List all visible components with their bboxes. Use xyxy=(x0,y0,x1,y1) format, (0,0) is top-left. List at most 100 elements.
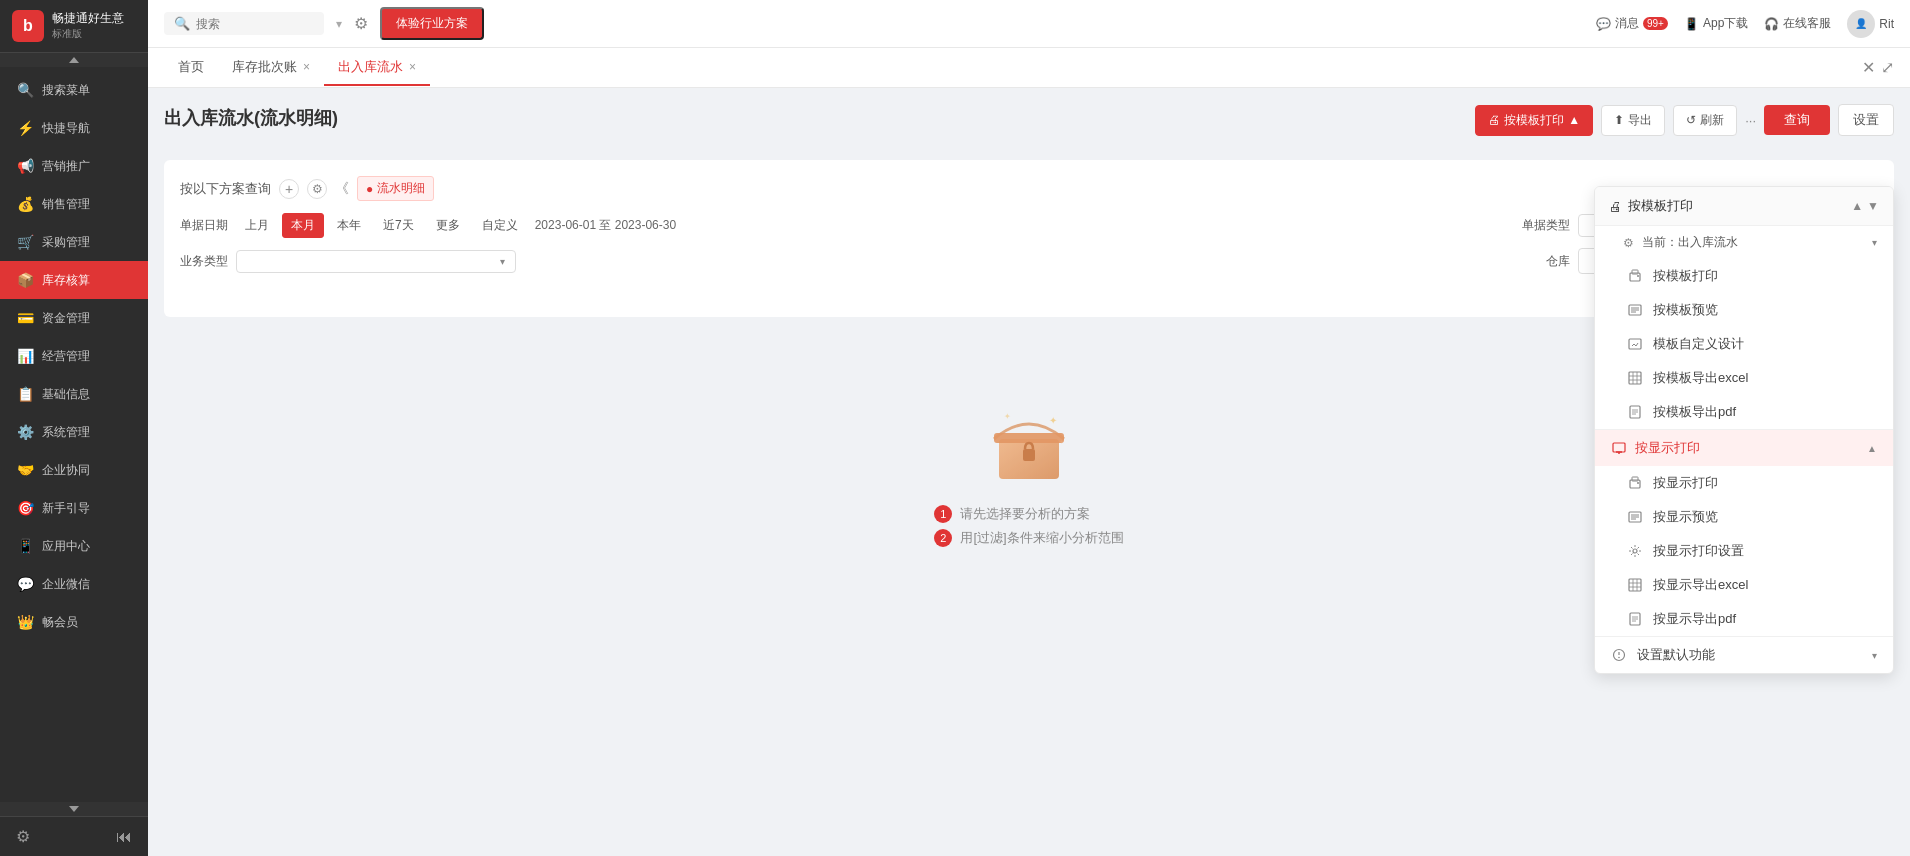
app-download-btn[interactable]: 📱 App下载 xyxy=(1684,15,1748,32)
user-info-btn[interactable]: 👤 Rit xyxy=(1847,10,1894,38)
display-excel-icon xyxy=(1627,577,1643,593)
tab-flow-close[interactable]: × xyxy=(409,60,416,74)
sidebar-item-purchase[interactable]: 🛒 采购管理 xyxy=(0,223,148,261)
sidebar-item-basic[interactable]: 📋 基础信息 xyxy=(0,375,148,413)
filter-add-button[interactable]: + xyxy=(279,179,299,199)
dropdown-item-template-excel[interactable]: 按模板导出excel xyxy=(1595,361,1893,395)
sidebar-item-operations[interactable]: 📊 经营管理 xyxy=(0,337,148,375)
display-pdf-icon xyxy=(1627,611,1643,627)
print-dropdown-panel: 🖨 按模板打印 ▲ ▼ ⚙ 当前：出入库流水 ▾ xyxy=(1594,186,1894,674)
collapse-sidebar-icon[interactable]: ⏮ xyxy=(116,828,132,846)
sidebar-item-label: 基础信息 xyxy=(42,386,90,403)
business-type-select[interactable]: ▾ xyxy=(236,250,516,273)
export-btn[interactable]: ⬆ 导出 xyxy=(1601,105,1665,136)
toolbar: 🖨 按模板打印 ▲ ⬆ 导出 ↺ 刷新 ··· 查询 设置 xyxy=(1475,104,1894,136)
sidebar-item-enterprise[interactable]: 🤝 企业协同 xyxy=(0,451,148,489)
display-settings-label: 按显示打印设置 xyxy=(1653,542,1744,560)
sidebar-item-label: 采购管理 xyxy=(42,234,90,251)
display-section-icon xyxy=(1611,440,1627,456)
app-download-label: App下载 xyxy=(1703,15,1748,32)
filter-title: 按以下方案查询 xyxy=(180,180,271,198)
tab-expand-icon[interactable]: ⤢ xyxy=(1881,58,1894,77)
sidebar-item-guide[interactable]: 🎯 新手引导 xyxy=(0,489,148,527)
date-chip-custom[interactable]: 自定义 xyxy=(473,213,527,238)
display-print-label: 按显示打印 xyxy=(1653,474,1718,492)
sidebar-scroll-up[interactable] xyxy=(0,53,148,67)
sidebar-item-label: 企业协同 xyxy=(42,462,90,479)
sidebar-item-label: 经营管理 xyxy=(42,348,90,365)
dropdown-item-display-excel[interactable]: 按显示导出excel xyxy=(1595,568,1893,602)
dropdown-item-display-settings[interactable]: 按显示打印设置 xyxy=(1595,534,1893,568)
display-pdf-label: 按显示导出pdf xyxy=(1653,610,1736,628)
sidebar-scroll-down[interactable] xyxy=(0,802,148,816)
date-chip-last-month[interactable]: 上月 xyxy=(236,213,278,238)
tab-home[interactable]: 首页 xyxy=(164,50,218,86)
header-gear-icon[interactable]: ⚙ xyxy=(354,14,368,33)
tab-close-all-icon[interactable]: ✕ xyxy=(1862,58,1875,77)
tab-batch[interactable]: 库存批次账 × xyxy=(218,50,324,86)
sidebar-item-label: 库存核算 xyxy=(42,272,90,289)
sidebar-item-inventory[interactable]: 📦 库存核算 xyxy=(0,261,148,299)
sidebar-item-label: 应用中心 xyxy=(42,538,90,555)
refresh-btn[interactable]: ↺ 刷新 xyxy=(1673,105,1737,136)
current-template-label: ⚙ 当前：出入库流水 ▾ xyxy=(1595,226,1893,259)
tab-right-actions: ✕ ⤢ xyxy=(1862,58,1894,77)
sidebar-item-search[interactable]: 🔍 搜索菜单 xyxy=(0,71,148,109)
app-title: 畅捷通好生意 xyxy=(52,11,124,27)
sidebar-item-wechat[interactable]: 💬 企业微信 xyxy=(0,565,148,603)
sidebar-bottom: ⚙ ⏮ xyxy=(0,816,148,856)
sidebar-item-sales[interactable]: 💰 销售管理 xyxy=(0,185,148,223)
dropdown-item-display-preview[interactable]: 按显示预览 xyxy=(1595,500,1893,534)
date-chip-this-year[interactable]: 本年 xyxy=(328,213,370,238)
sidebar-item-quicknav[interactable]: ⚡ 快捷导航 xyxy=(0,109,148,147)
dropdown-item-template-pdf[interactable]: 按模板导出pdf xyxy=(1595,395,1893,429)
dropdown-item-template-preview[interactable]: 按模板预览 xyxy=(1595,293,1893,327)
sidebar-nav: 🔍 搜索菜单 ⚡ 快捷导航 📢 营销推广 💰 销售管理 🛒 采购管理 📦 库存核… xyxy=(0,67,148,802)
panel-close-icon[interactable]: ▼ xyxy=(1867,199,1879,213)
date-chip-more[interactable]: 更多 xyxy=(427,213,469,238)
sidebar-item-system[interactable]: ⚙️ 系统管理 xyxy=(0,413,148,451)
query-button[interactable]: 查询 xyxy=(1764,105,1830,135)
template-pdf-label: 按模板导出pdf xyxy=(1653,403,1736,421)
dropdown-item-template-custom[interactable]: 模板自定义设计 xyxy=(1595,327,1893,361)
display-section-header[interactable]: 按显示打印 ▲ xyxy=(1595,430,1893,466)
tab-flow-label: 出入库流水 xyxy=(338,58,403,76)
sidebar-item-membership[interactable]: 👑 畅会员 xyxy=(0,603,148,641)
main-area: 🔍 ▾ ⚙ 体验行业方案 💬 消息 99+ 📱 App下载 🎧 在线客服 👤 xyxy=(148,0,1910,856)
setting-button[interactable]: 设置 xyxy=(1838,104,1894,136)
date-chips-group: 上月 本月 本年 近7天 更多 自定义 xyxy=(236,213,527,238)
empty-tip-1: 1 请先选择要分析的方案 xyxy=(934,505,1123,523)
message-btn[interactable]: 💬 消息 99+ xyxy=(1596,15,1668,32)
dropdown-item-display-pdf[interactable]: 按显示导出pdf xyxy=(1595,602,1893,636)
app-title-group: 畅捷通好生意 标准版 xyxy=(52,11,124,41)
template-pdf-icon xyxy=(1627,404,1643,420)
settings-icon[interactable]: ⚙ xyxy=(16,827,30,846)
date-chip-7days[interactable]: 近7天 xyxy=(374,213,423,238)
date-chip-this-month[interactable]: 本月 xyxy=(282,213,324,238)
filter-collapse-icon[interactable]: 《 xyxy=(335,180,349,198)
panel-up-icon[interactable]: ▲ xyxy=(1851,199,1863,213)
sidebar-item-finance[interactable]: 💳 资金管理 xyxy=(0,299,148,337)
current-label-arrow-icon: ▾ xyxy=(1872,237,1877,248)
print-template-btn[interactable]: 🖨 按模板打印 ▲ xyxy=(1475,105,1593,136)
header-search-box[interactable]: 🔍 xyxy=(164,12,324,35)
tab-home-label: 首页 xyxy=(178,58,204,76)
toolbar-more-icon[interactable]: ··· xyxy=(1745,113,1756,128)
tab-flow[interactable]: 出入库流水 × xyxy=(324,50,430,86)
svg-rect-23 xyxy=(1613,443,1625,452)
search-input[interactable] xyxy=(196,17,296,31)
dropdown-item-default-function[interactable]: 设置默认功能 ▾ xyxy=(1595,637,1893,673)
online-service-btn[interactable]: 🎧 在线客服 xyxy=(1764,15,1831,32)
dropdown-item-display-print[interactable]: 按显示打印 xyxy=(1595,466,1893,500)
trial-button[interactable]: 体验行业方案 xyxy=(380,7,484,40)
svg-text:✦: ✦ xyxy=(1004,412,1011,421)
tab-batch-close[interactable]: × xyxy=(303,60,310,74)
template-print-icon xyxy=(1627,268,1643,284)
svg-rect-2 xyxy=(1023,449,1035,461)
dropdown-item-template-print[interactable]: 按模板打印 xyxy=(1595,259,1893,293)
sidebar-item-appcenter[interactable]: 📱 应用中心 xyxy=(0,527,148,565)
export-label: 导出 xyxy=(1628,112,1652,129)
filter-config-button[interactable]: ⚙ xyxy=(307,179,327,199)
avatar: 👤 xyxy=(1847,10,1875,38)
sidebar-item-marketing[interactable]: 📢 营销推广 xyxy=(0,147,148,185)
